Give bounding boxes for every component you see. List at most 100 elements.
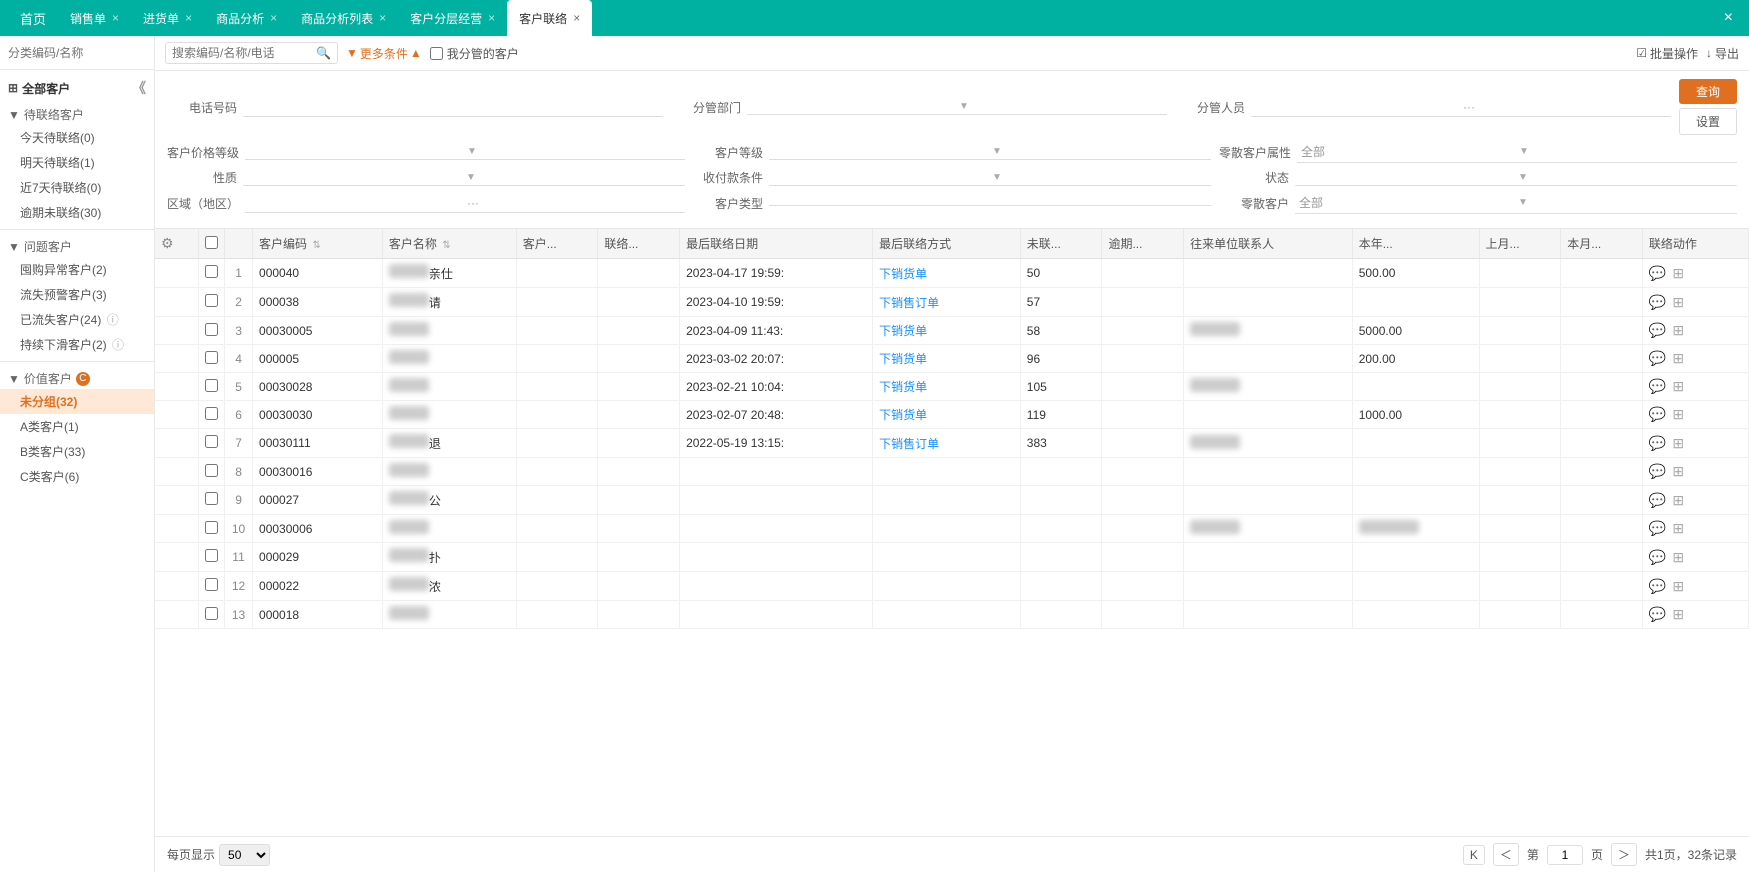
- category-search-input[interactable]: [8, 46, 155, 60]
- tab-product-analysis[interactable]: 商品分析 ×: [204, 0, 289, 36]
- last-method-cell[interactable]: 下销货单: [873, 373, 1021, 401]
- message-icon[interactable]: 💬: [1649, 265, 1666, 282]
- payment-select[interactable]: ▼: [769, 170, 1211, 186]
- query-button[interactable]: 查询: [1679, 79, 1737, 104]
- row-checkbox[interactable]: [205, 549, 218, 562]
- last-method-cell[interactable]: 下销货单: [873, 401, 1021, 429]
- batch-op-btn[interactable]: ☑ 批量操作: [1636, 45, 1698, 62]
- message-icon[interactable]: 💬: [1649, 350, 1666, 367]
- row-checkbox[interactable]: [205, 379, 218, 392]
- message-icon[interactable]: 💬: [1649, 322, 1666, 339]
- message-icon[interactable]: 💬: [1649, 406, 1666, 423]
- sidebar-item-class-c[interactable]: C类客户(6): [0, 464, 154, 489]
- export-btn[interactable]: ↓ 导出: [1706, 45, 1739, 62]
- last-method-cell[interactable]: [873, 572, 1021, 601]
- message-icon[interactable]: 💬: [1649, 463, 1666, 480]
- last-method-cell[interactable]: [873, 486, 1021, 515]
- reset-button[interactable]: 设置: [1679, 108, 1737, 135]
- dots-icon[interactable]: ···: [1463, 100, 1667, 114]
- tab-product-analysis-list[interactable]: 商品分析列表 ×: [289, 0, 398, 36]
- close-icon[interactable]: ×: [270, 11, 277, 25]
- row-checkbox[interactable]: [205, 323, 218, 336]
- message-icon[interactable]: 💬: [1649, 578, 1666, 595]
- close-icon[interactable]: ×: [112, 11, 119, 25]
- qr-icon[interactable]: ⊞: [1672, 322, 1684, 339]
- customer-tier-select[interactable]: ▼: [769, 144, 1211, 160]
- dots-icon[interactable]: ···: [467, 196, 681, 210]
- qr-icon[interactable]: ⊞: [1672, 378, 1684, 395]
- row-checkbox[interactable]: [205, 435, 218, 448]
- message-icon[interactable]: 💬: [1649, 294, 1666, 311]
- region-select[interactable]: ···: [245, 194, 685, 213]
- code-col-header[interactable]: 客户编码 ⇅: [253, 229, 383, 259]
- tab-customer-tier[interactable]: 客户分层经营 ×: [398, 0, 507, 36]
- pagination-first-btn[interactable]: K: [1463, 845, 1485, 865]
- phone-input[interactable]: [243, 98, 663, 117]
- last-method-cell[interactable]: [873, 543, 1021, 572]
- row-checkbox[interactable]: [205, 578, 218, 591]
- sidebar-item-class-b[interactable]: B类客户(33): [0, 439, 154, 464]
- sidebar-item-week-pending[interactable]: 近7天待联络(0): [0, 175, 154, 200]
- my-customers-checkbox[interactable]: [430, 47, 443, 60]
- row-checkbox[interactable]: [205, 492, 218, 505]
- qr-icon[interactable]: ⊞: [1672, 520, 1684, 537]
- sidebar-item-today-pending[interactable]: 今天待联络(0): [0, 125, 154, 150]
- more-conditions-btn[interactable]: ▼ 更多条件 ▲: [346, 45, 422, 62]
- row-checkbox[interactable]: [205, 607, 218, 620]
- sidebar-item-ungroup[interactable]: 未分组(32): [0, 389, 154, 414]
- qr-icon[interactable]: ⊞: [1672, 549, 1684, 566]
- name-col-header[interactable]: 客户名称 ⇅: [382, 229, 516, 259]
- tab-sales-order[interactable]: 销售单 ×: [58, 0, 131, 36]
- message-icon[interactable]: 💬: [1649, 520, 1666, 537]
- sparse-attr-select[interactable]: 全部 ▼: [1297, 141, 1737, 163]
- tab-customer-contact[interactable]: 客户联络 ×: [507, 0, 592, 36]
- select-all-checkbox[interactable]: [205, 236, 218, 249]
- person-select[interactable]: ···: [1251, 98, 1671, 117]
- page-size-select[interactable]: 50 100 200: [219, 844, 270, 866]
- close-icon[interactable]: ×: [379, 11, 386, 25]
- sidebar-item-class-a[interactable]: A类客户(1): [0, 414, 154, 439]
- qr-icon[interactable]: ⊞: [1672, 350, 1684, 367]
- close-icon[interactable]: ×: [488, 11, 495, 25]
- row-checkbox[interactable]: [205, 265, 218, 278]
- sidebar-item-churn-warning[interactable]: 流失预警客户(3): [0, 282, 154, 307]
- last-method-cell[interactable]: 下销货单: [873, 345, 1021, 373]
- message-icon[interactable]: 💬: [1649, 492, 1666, 509]
- customer-type-select[interactable]: [769, 201, 1211, 206]
- pagination-next-btn[interactable]: ＞: [1611, 843, 1637, 866]
- sidebar-item-overdue-pending[interactable]: 逾期未联络(30): [0, 200, 154, 225]
- tab-purchase-order[interactable]: 进货单 ×: [131, 0, 204, 36]
- last-method-cell[interactable]: [873, 601, 1021, 629]
- row-checkbox[interactable]: [205, 407, 218, 420]
- sparse-customer-select[interactable]: 全部 ▼: [1295, 192, 1737, 214]
- message-icon[interactable]: 💬: [1649, 378, 1666, 395]
- message-icon[interactable]: 💬: [1649, 549, 1666, 566]
- close-icon[interactable]: ×: [185, 11, 192, 25]
- qr-icon[interactable]: ⊞: [1672, 578, 1684, 595]
- last-method-cell[interactable]: 下销售订单: [873, 288, 1021, 317]
- search-input[interactable]: [172, 46, 312, 60]
- all-customers-header[interactable]: ⊞ 全部客户 《: [0, 70, 154, 102]
- collapse-icon[interactable]: 《: [132, 78, 146, 98]
- row-checkbox[interactable]: [205, 521, 218, 534]
- row-checkbox[interactable]: [205, 351, 218, 364]
- qr-icon[interactable]: ⊞: [1672, 435, 1684, 452]
- row-checkbox[interactable]: [205, 294, 218, 307]
- sidebar-item-tomorrow-pending[interactable]: 明天待联络(1): [0, 150, 154, 175]
- qr-icon[interactable]: ⊞: [1672, 406, 1684, 423]
- last-method-cell[interactable]: [873, 458, 1021, 486]
- last-method-cell[interactable]: 下销货单: [873, 317, 1021, 345]
- qr-icon[interactable]: ⊞: [1672, 265, 1684, 282]
- settings-col-header[interactable]: ⚙: [155, 229, 199, 259]
- pagination-prev-btn[interactable]: ＜: [1493, 843, 1519, 866]
- sidebar-item-abnormal[interactable]: 囤购异常客户(2): [0, 257, 154, 282]
- sidebar-item-churned[interactable]: 已流失客户(24) ⓘ: [0, 307, 154, 332]
- qr-icon[interactable]: ⊞: [1672, 492, 1684, 509]
- last-method-cell[interactable]: 下销货单: [873, 259, 1021, 288]
- nature-select[interactable]: ▼: [243, 170, 685, 186]
- close-all-tabs[interactable]: ×: [1716, 9, 1741, 27]
- message-icon[interactable]: 💬: [1649, 606, 1666, 623]
- page-input[interactable]: [1547, 845, 1583, 865]
- last-method-cell[interactable]: [873, 515, 1021, 543]
- close-icon[interactable]: ×: [573, 11, 580, 25]
